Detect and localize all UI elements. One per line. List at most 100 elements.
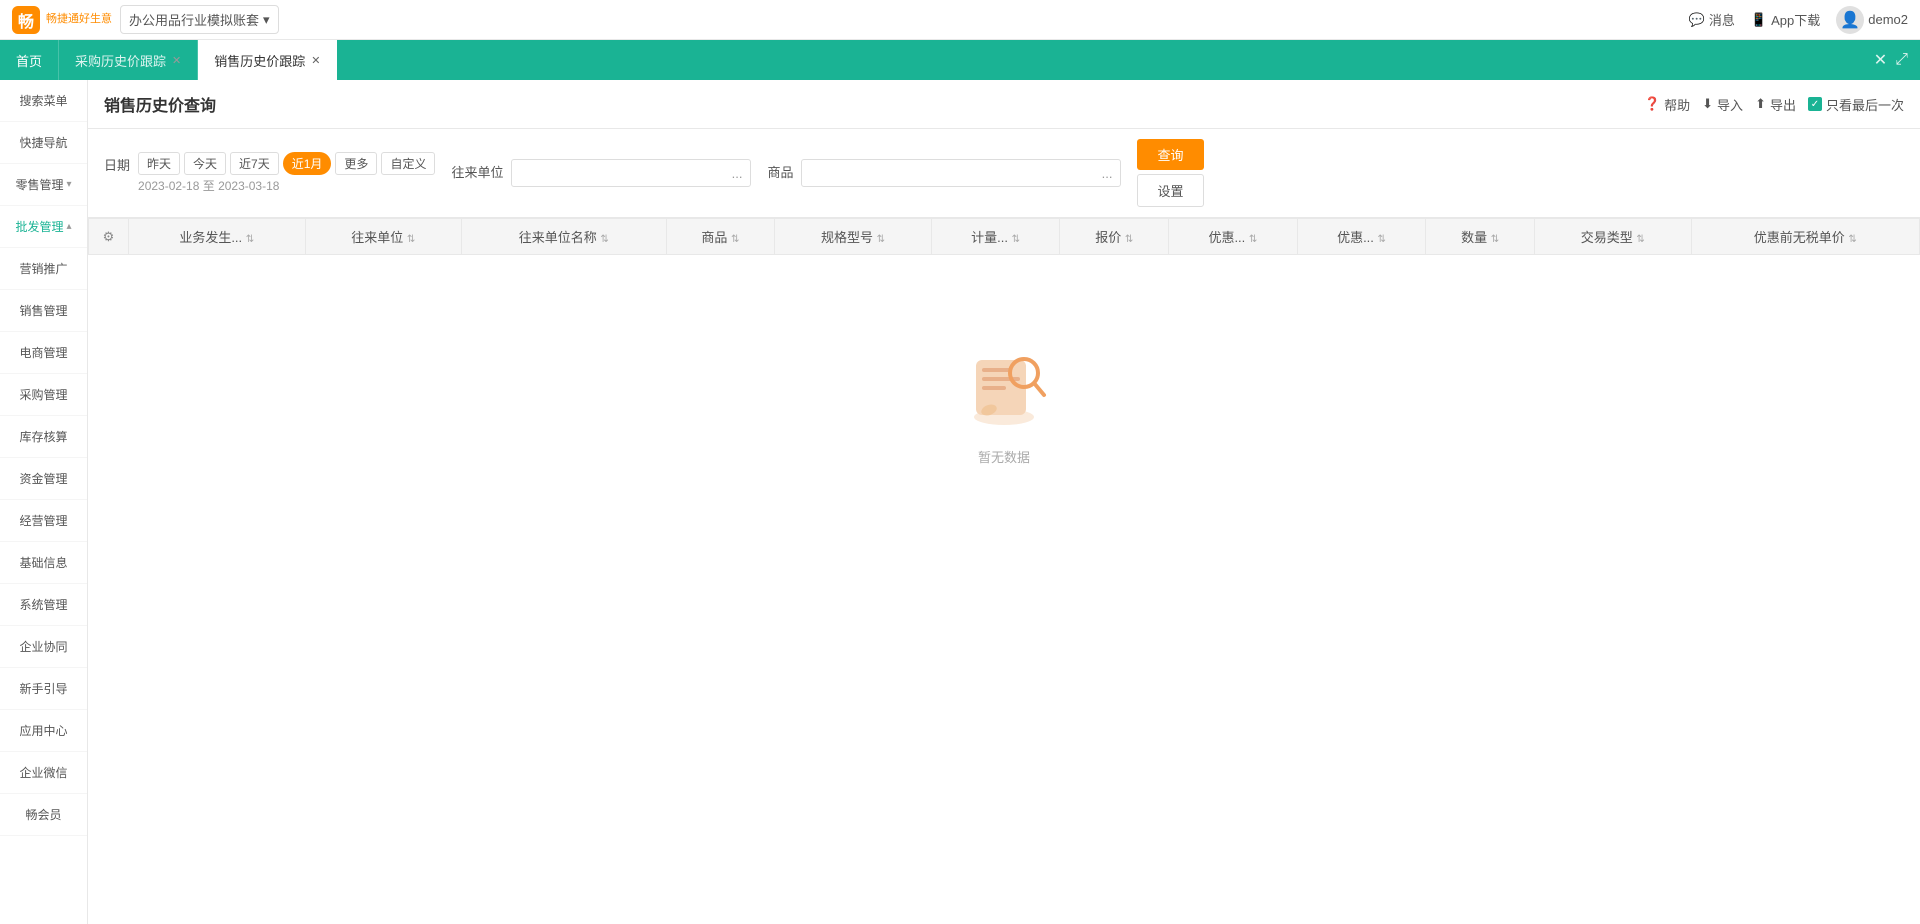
sidebar-item-quick[interactable]: 快捷导航 [0,122,87,164]
gear-settings-icon[interactable]: ⚙ [103,229,115,245]
help-label: 帮助 [1664,95,1690,114]
col-partner-name[interactable]: 往来单位名称 ⇅ [462,219,666,255]
tab-home[interactable]: 首页 [0,40,59,80]
date-btn-7days[interactable]: 近7天 [230,152,279,175]
import-label: 导入 [1717,95,1743,114]
sidebar-item-enterprise[interactable]: 企业协同 [0,626,87,668]
product-filter-input[interactable]: ... [801,159,1121,187]
date-btn-yesterday[interactable]: 昨天 [138,152,180,175]
sidebar-item-wholesale[interactable]: 批发管理 ▴ [0,206,87,248]
col-gear[interactable]: ⚙ [89,219,129,255]
partner-filter-input[interactable]: ... [511,159,751,187]
col-quote[interactable]: 报价 ⇅ [1060,219,1169,255]
username-label: demo2 [1868,12,1908,27]
app-download-btn[interactable]: 📱 App下载 [1751,10,1820,29]
sidebar-item-search[interactable]: 搜索菜单 [0,80,87,122]
date-filters: 昨天 今天 近7天 近1月 更多 自定义 2023-02-18 至 2023-0… [138,152,435,194]
date-btn-today[interactable]: 今天 [184,152,226,175]
content-area: 销售历史价查询 ❓ 帮助 ⬇ 导入 ⬆ 导出 ✓ 只看最后一次 [88,80,1920,924]
date-filter-group: 日期 昨天 今天 近7天 近1月 更多 自定义 2023-02-18 至 202… [104,152,435,194]
col-biz-date[interactable]: 业务发生... ⇅ [129,219,306,255]
sidebar-search-label: 搜索菜单 [19,94,67,108]
sidebar-member-label: 畅会员 [25,808,61,822]
tab-maximize-icon[interactable]: ⤢ [1895,51,1908,69]
sidebar-marketing-label: 营销推广 [19,262,67,276]
export-btn[interactable]: ⬆ 导出 [1755,95,1796,114]
sidebar-item-ecommerce[interactable]: 电商管理 [0,332,87,374]
sidebar-item-member[interactable]: 畅会员 [0,794,87,836]
export-label: 导出 [1770,95,1796,114]
sidebar-item-sales-mgmt[interactable]: 销售管理 [0,290,87,332]
account-selector[interactable]: 办公用品行业模拟账套 ▾ [120,5,279,34]
settings-button[interactable]: 设置 [1137,174,1203,207]
sort-icon: ⇅ [246,234,254,245]
sidebar-finance-label: 资金管理 [19,472,67,486]
logo-icon: 畅 [12,6,40,34]
message-icon: 💬 [1689,12,1705,28]
sidebar-item-purchase[interactable]: 采购管理 [0,374,87,416]
sidebar-enterprise-label: 企业协同 [19,640,67,654]
col-product-label: 商品 [701,230,727,245]
phone-icon: 📱 [1751,12,1767,28]
col-spec[interactable]: 规格型号 ⇅ [775,219,932,255]
date-btn-more[interactable]: 更多 [335,152,377,175]
col-biz-date-label: 业务发生... [179,230,242,245]
export-icon: ⬆ [1755,96,1766,112]
sidebar-item-operations[interactable]: 经营管理 [0,500,87,542]
sidebar-item-apps[interactable]: 应用中心 [0,710,87,752]
only-last-checkbox[interactable]: ✓ [1808,97,1822,111]
message-btn[interactable]: 💬 消息 [1689,10,1735,29]
page-title: 销售历史价查询 [104,92,216,116]
sidebar-wechat-label: 企业微信 [19,766,67,780]
tab-home-label: 首页 [16,51,42,70]
user-menu[interactable]: 👤 demo2 [1836,6,1908,34]
only-last-label: 只看最后一次 [1826,95,1904,114]
col-trade-type[interactable]: 交易类型 ⇅ [1535,219,1692,255]
sidebar-item-basics[interactable]: 基础信息 [0,542,87,584]
sidebar-item-retail[interactable]: 零售管理 ▾ [0,164,87,206]
col-qty[interactable]: 数量 ⇅ [1426,219,1535,255]
only-last-checkbox-label[interactable]: ✓ 只看最后一次 [1808,95,1904,114]
product-input-dots: ... [1102,166,1113,181]
help-btn[interactable]: ❓ 帮助 [1644,95,1690,114]
query-button[interactable]: 查询 [1137,139,1203,170]
import-btn[interactable]: ⬇ 导入 [1702,95,1743,114]
logo-area: 畅 畅捷通好生意 [12,6,112,34]
sidebar-item-inventory[interactable]: 库存核算 [0,416,87,458]
logo-text: 畅捷通好生意 [46,12,112,26]
sort-icon-11: ⇅ [1636,234,1644,245]
col-unit-label: 计量... [971,230,1008,245]
partner-input-dots: ... [732,166,743,181]
col-pre-tax-price[interactable]: 优惠前无税单价 ⇅ [1691,219,1919,255]
account-selector-label: 办公用品行业模拟账套 [129,10,259,29]
top-bar: 畅 畅捷通好生意 办公用品行业模拟账套 ▾ 💬 消息 📱 App下载 👤 dem… [0,0,1920,40]
col-partner-id[interactable]: 往来单位 ⇅ [305,219,462,255]
date-btn-1month[interactable]: 近1月 [283,152,332,175]
col-discount2[interactable]: 优惠... ⇅ [1297,219,1426,255]
tab-close-all-icon[interactable]: ✕ [1874,50,1887,70]
sidebar-item-marketing[interactable]: 营销推广 [0,248,87,290]
tab-purchase-close[interactable]: ✕ [172,54,181,67]
sidebar-item-system[interactable]: 系统管理 [0,584,87,626]
col-discount2-label: 优惠... [1337,230,1374,245]
date-btn-custom[interactable]: 自定义 [381,152,435,175]
col-product[interactable]: 商品 ⇅ [666,219,775,255]
sidebar-item-newbie[interactable]: 新手引导 [0,668,87,710]
tab-bar: 首页 采购历史价跟踪 ✕ 销售历史价跟踪 ✕ ✕ ⤢ [0,40,1920,80]
sort-icon-12: ⇅ [1848,234,1856,245]
avatar: 👤 [1836,6,1864,34]
tab-purchase[interactable]: 采购历史价跟踪 ✕ [59,40,198,80]
col-unit[interactable]: 计量... ⇅ [931,219,1060,255]
tab-sales[interactable]: 销售历史价跟踪 ✕ [198,40,337,80]
col-partner-id-label: 往来单位 [351,230,403,245]
action-btn-group: 查询 设置 [1137,139,1203,207]
sidebar-item-wechat[interactable]: 企业微信 [0,752,87,794]
chevron-down-icon: ▾ [66,179,71,190]
empty-state: 暂无数据 [89,255,1920,546]
sort-icon-4: ⇅ [731,234,739,245]
tab-purchase-label: 采购历史价跟踪 [75,51,166,70]
sidebar-item-finance[interactable]: 资金管理 [0,458,87,500]
col-discount1[interactable]: 优惠... ⇅ [1169,219,1298,255]
tab-sales-close[interactable]: ✕ [311,54,320,67]
product-filter-group: 商品 ... [767,159,1121,187]
